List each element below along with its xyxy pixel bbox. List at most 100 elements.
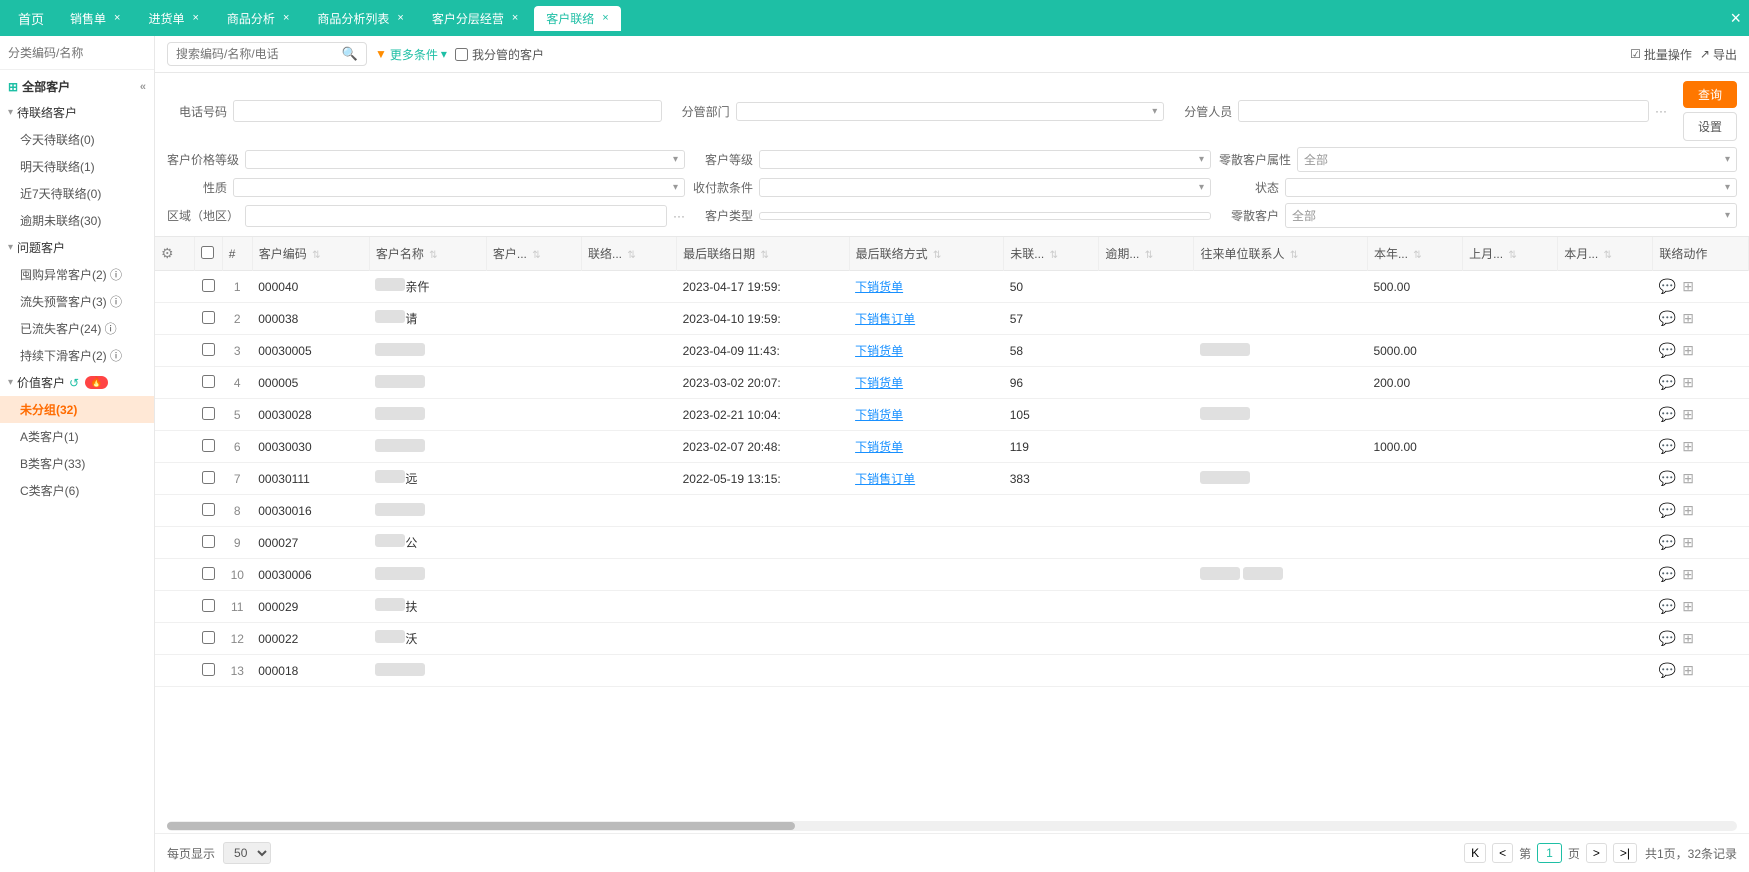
cell-check[interactable] <box>194 527 222 559</box>
grid-action-icon[interactable]: ⊞ <box>1682 662 1694 679</box>
batch-op-btn[interactable]: ☑ 批量操作 <box>1630 46 1692 63</box>
sidebar-item-tomorrow[interactable]: 明天待联络(1) <box>0 153 154 180</box>
chat-icon[interactable]: 💬 <box>1659 662 1676 679</box>
col-last-month-header[interactable]: 上月... ⇅ <box>1463 237 1558 271</box>
close-sales-order[interactable]: × <box>114 12 120 24</box>
next-page-btn[interactable]: > <box>1586 843 1607 863</box>
price-level-select[interactable]: ▾ <box>245 150 685 169</box>
col-overdue-header[interactable]: 逾期... ⇅ <box>1099 237 1194 271</box>
grid-action-icon[interactable]: ⊞ <box>1682 342 1694 359</box>
tab-product-analysis-list[interactable]: 商品分析列表 × <box>305 6 415 31</box>
cell-check[interactable] <box>194 559 222 591</box>
my-customers-checkbox[interactable] <box>455 48 468 61</box>
cell-last-method[interactable]: 下销货单 <box>849 271 1004 303</box>
col-last-date-header[interactable]: 最后联络日期 ⇅ <box>677 237 849 271</box>
sidebar-search-input[interactable] <box>8 46 155 60</box>
grid-action-icon[interactable]: ⊞ <box>1682 310 1694 327</box>
cell-check[interactable] <box>194 335 222 367</box>
cell-check[interactable] <box>194 367 222 399</box>
chat-icon[interactable]: 💬 <box>1659 374 1676 391</box>
grid-action-icon[interactable]: ⊞ <box>1682 278 1694 295</box>
collapse-icon[interactable]: « <box>140 81 146 93</box>
col-name-header[interactable]: 客户名称 ⇅ <box>369 237 486 271</box>
status-select[interactable]: ▾ <box>1285 178 1737 197</box>
cell-last-method[interactable]: 下销货单 <box>849 431 1004 463</box>
nature-select[interactable]: ▾ <box>233 178 685 197</box>
grid-action-icon[interactable]: ⊞ <box>1682 374 1694 391</box>
cell-check[interactable] <box>194 463 222 495</box>
sidebar-item-class-b[interactable]: B类客户(33) <box>0 450 154 477</box>
region-input[interactable] <box>245 205 667 227</box>
chat-icon[interactable]: 💬 <box>1659 630 1676 647</box>
page-size-select[interactable]: 50 <box>223 842 271 864</box>
col-check-all[interactable] <box>194 237 222 271</box>
cell-check[interactable] <box>194 431 222 463</box>
chat-icon[interactable]: 💬 <box>1659 438 1676 455</box>
sidebar-item-overdue[interactable]: 逾期未联络(30) <box>0 207 154 234</box>
chat-icon[interactable]: 💬 <box>1659 566 1676 583</box>
cell-last-method[interactable] <box>849 495 1004 527</box>
region-more-btn[interactable]: ··· <box>673 209 685 223</box>
cell-check[interactable] <box>194 495 222 527</box>
dept-select[interactable]: ▾ <box>736 102 1165 121</box>
cell-last-method[interactable] <box>849 591 1004 623</box>
sidebar-item-7days[interactable]: 近7天待联络(0) <box>0 180 154 207</box>
tab-customer-contact[interactable]: 客户联络 × <box>534 6 620 31</box>
cell-check[interactable] <box>194 399 222 431</box>
export-btn[interactable]: ↗ 导出 <box>1700 46 1737 63</box>
chat-icon[interactable]: 💬 <box>1659 502 1676 519</box>
chat-icon[interactable]: 💬 <box>1659 598 1676 615</box>
horizontal-scrollbar[interactable] <box>155 819 1749 833</box>
close-product-analysis-list[interactable]: × <box>397 12 403 24</box>
cell-check[interactable] <box>194 623 222 655</box>
query-btn[interactable]: 查询 <box>1683 81 1737 108</box>
sidebar-item-class-c[interactable]: C类客户(6) <box>0 477 154 504</box>
check-all-checkbox[interactable] <box>201 246 214 259</box>
grid-action-icon[interactable]: ⊞ <box>1682 630 1694 647</box>
col-this-month-header[interactable]: 本月... ⇅ <box>1558 237 1653 271</box>
customer-level-select[interactable]: ▾ <box>759 150 1211 169</box>
cell-check[interactable] <box>194 303 222 335</box>
col-contact-header[interactable]: 联络... ⇅ <box>582 237 677 271</box>
tab-product-analysis[interactable]: 商品分析 × <box>215 6 301 31</box>
chat-icon[interactable]: 💬 <box>1659 534 1676 551</box>
scattered-attr-select[interactable]: 全部 ▾ <box>1297 147 1737 172</box>
sidebar-item-churn-warning[interactable]: 流失预警客户(3) ⓘ <box>0 288 154 315</box>
payment-select[interactable]: ▾ <box>759 178 1211 197</box>
phone-input[interactable] <box>233 100 662 122</box>
col-contact-person-header[interactable]: 往来单位联系人 ⇅ <box>1194 237 1367 271</box>
grid-action-icon[interactable]: ⊞ <box>1682 406 1694 423</box>
col-last-method-header[interactable]: 最后联络方式 ⇅ <box>849 237 1004 271</box>
sidebar-item-declining[interactable]: 持续下滑客户(2) ⓘ <box>0 342 154 369</box>
tab-customer-segmentation[interactable]: 客户分层经营 × <box>420 6 530 31</box>
cell-last-method[interactable] <box>849 623 1004 655</box>
cell-last-method[interactable]: 下销货单 <box>849 399 1004 431</box>
sidebar-group-value[interactable]: ▾ 价值客户 ↺ 🔥 <box>0 369 154 396</box>
sidebar-item-ungrouped[interactable]: 未分组(32) <box>0 396 154 423</box>
current-page[interactable]: 1 <box>1537 843 1562 863</box>
close-purchase-order[interactable]: × <box>192 12 198 24</box>
more-conditions-btn[interactable]: ▼ 更多条件 ▾ <box>375 46 447 63</box>
col-this-year-header[interactable]: 本年... ⇅ <box>1367 237 1462 271</box>
chat-icon[interactable]: 💬 <box>1659 342 1676 359</box>
main-search-input[interactable] <box>176 47 342 61</box>
cell-check[interactable] <box>194 591 222 623</box>
col-type-header[interactable]: 客户... ⇅ <box>486 237 581 271</box>
grid-action-icon[interactable]: ⊞ <box>1682 502 1694 519</box>
cell-last-method[interactable]: 下销售订单 <box>849 303 1004 335</box>
sidebar-item-class-a[interactable]: A类客户(1) <box>0 423 154 450</box>
sidebar-group-pending[interactable]: ▾ 待联络客户 <box>0 99 154 126</box>
close-product-analysis[interactable]: × <box>283 12 289 24</box>
reset-btn[interactable]: 设置 <box>1683 112 1737 141</box>
chat-icon[interactable]: 💬 <box>1659 406 1676 423</box>
grid-action-icon[interactable]: ⊞ <box>1682 534 1694 551</box>
person-input[interactable] <box>1238 100 1649 122</box>
col-settings[interactable]: ⚙ <box>155 237 194 271</box>
customer-type-select[interactable] <box>759 212 1211 220</box>
close-all-icon[interactable]: × <box>1730 8 1741 29</box>
home-tab[interactable]: 首页 <box>8 5 54 32</box>
scattered-select[interactable]: 全部 ▾ <box>1285 203 1737 228</box>
last-page-btn[interactable]: >| <box>1613 843 1637 863</box>
tab-sales-order[interactable]: 销售单 × <box>58 6 132 31</box>
cell-last-method[interactable]: 下销货单 <box>849 335 1004 367</box>
